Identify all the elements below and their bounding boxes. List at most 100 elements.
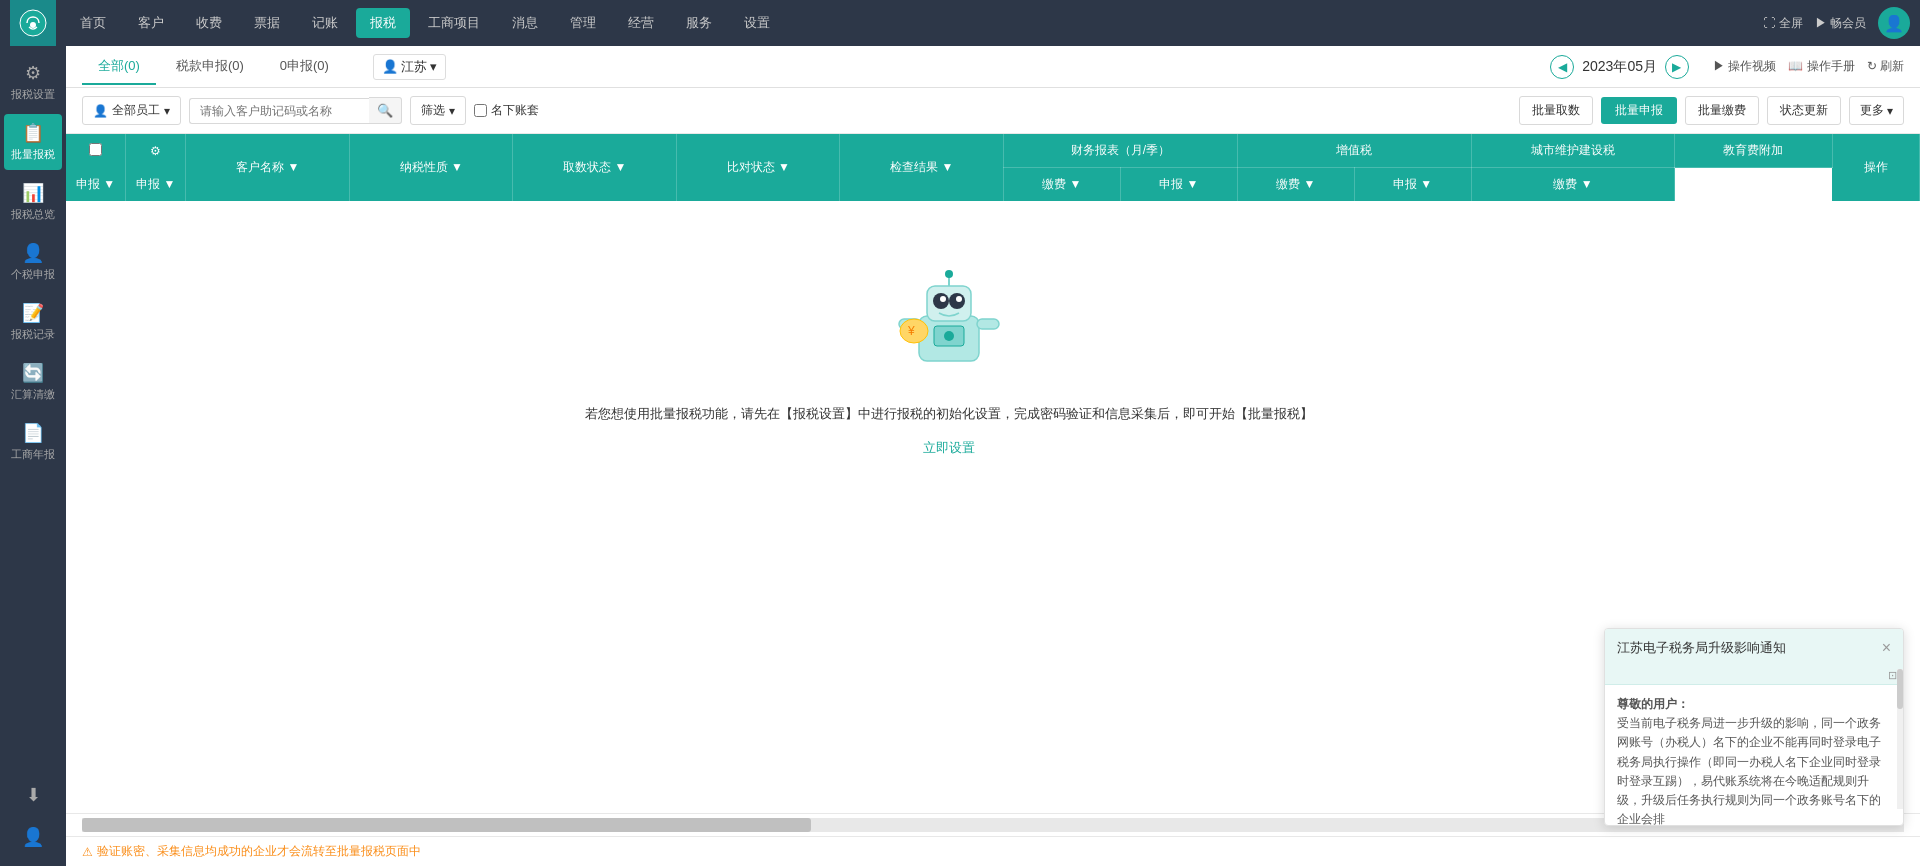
nav-billing[interactable]: 收费 <box>182 8 236 38</box>
sidebar-item-personal-tax[interactable]: 👤 个税申报 <box>4 234 62 290</box>
region-select[interactable]: 👤 江苏 ▾ <box>373 54 446 80</box>
robot-illustration: ¥ <box>889 261 1009 381</box>
current-date: 2023年05月 <box>1582 58 1657 76</box>
operation-manual-btn[interactable]: 📖 操作手册 <box>1788 58 1854 75</box>
more-chevron-icon: ▾ <box>1887 104 1893 118</box>
tab-zero-declare[interactable]: 0申报(0) <box>264 49 345 85</box>
tabs-bar-right: ▶ 操作视频 📖 操作手册 ↻ 刷新 <box>1713 58 1904 75</box>
sub-header-urban-pay: 缴费 ▼ <box>1237 168 1354 202</box>
sidebar-item-annual-report[interactable]: 📄 工商年报 <box>4 414 62 470</box>
notification-popup: 江苏电子税务局升级影响通知 × ⊡ 尊敬的用户： 受当前电子税务局进一步升级的影… <box>1604 628 1904 826</box>
account-checkbox[interactable]: 名下账套 <box>474 102 539 119</box>
header-compare-status: 比对状态 ▼ <box>676 134 839 201</box>
status-update-btn[interactable]: 状态更新 <box>1767 96 1841 125</box>
header-fetch-status: 取数状态 ▼ <box>513 134 676 201</box>
notification-scrollbar[interactable] <box>1897 669 1903 809</box>
sidebar-item-annual-settlement[interactable]: 🔄 汇算清缴 <box>4 354 62 410</box>
nav-items: 首页 客户 收费 票据 记账 报税 工商项目 消息 管理 经营 服务 设置 <box>66 8 1763 38</box>
profile-icon: 👤 <box>22 826 44 848</box>
tab-all[interactable]: 全部(0) <box>82 49 156 85</box>
notification-close-btn[interactable]: × <box>1882 639 1891 657</box>
nav-home[interactable]: 首页 <box>66 8 120 38</box>
notification-body: 尊敬的用户： 受当前电子税务局进一步升级的影响，同一个政务网账号（办税人）名下的… <box>1605 685 1903 825</box>
fullscreen-btn[interactable]: ⛶ 全屏 <box>1763 15 1802 32</box>
svg-point-1 <box>30 22 36 28</box>
nav-settings[interactable]: 设置 <box>730 8 784 38</box>
toolbar-right: 批量取数 批量申报 批量缴费 状态更新 更多 ▾ <box>1519 96 1904 125</box>
toolbar: 👤 全部员工 ▾ 🔍 筛选 ▾ 名下账套 批量取数 批量申报 批量缴费 状态更新 <box>66 88 1920 134</box>
nav-invoice[interactable]: 票据 <box>240 8 294 38</box>
region-chevron-icon: ▾ <box>430 59 437 74</box>
sub-header-vat-declare: 申报 ▼ <box>126 168 186 202</box>
sidebar-item-batch-tax[interactable]: 📋 批量报税 <box>4 114 62 170</box>
sub-header-vat-pay: 缴费 ▼ <box>1003 168 1120 202</box>
empty-message: 若您想使用批量报税功能，请先在【报税设置】中进行报税的初始化设置，完成密码验证和… <box>585 405 1313 423</box>
operation-video-btn[interactable]: ▶ 操作视频 <box>1713 58 1776 75</box>
empty-state: ¥ 若您想使用批量报税功能，请先在【报税设置】中进行报税的初始化设置，完成密码验… <box>66 201 1832 517</box>
tax-records-icon: 📝 <box>22 302 44 324</box>
notification-resize-handle[interactable]: ⊡ <box>1888 669 1897 682</box>
nav-management[interactable]: 管理 <box>556 8 610 38</box>
nav-customer[interactable]: 客户 <box>124 8 178 38</box>
batch-declare-btn[interactable]: 批量申报 <box>1601 97 1677 124</box>
svg-point-15 <box>944 331 954 341</box>
sub-header-urban-declare: 申报 ▼ <box>1120 168 1237 202</box>
search-input[interactable] <box>189 98 369 124</box>
batch-tax-icon: 📋 <box>22 122 44 144</box>
sidebar-profile[interactable]: 👤 <box>4 818 62 856</box>
next-month-btn[interactable]: ▶ <box>1665 55 1689 79</box>
download-icon: ⬇ <box>26 784 41 806</box>
region-icon: 👤 <box>382 59 398 74</box>
nav-service[interactable]: 服务 <box>672 8 726 38</box>
select-all-checkbox[interactable] <box>89 143 102 156</box>
header-tax-type: 纳税性质 ▼ <box>349 134 512 201</box>
account-checkbox-input[interactable] <box>474 104 487 117</box>
sidebar-download[interactable]: ⬇ <box>4 776 62 814</box>
nav-messages[interactable]: 消息 <box>498 8 552 38</box>
table-body: ¥ 若您想使用批量报税功能，请先在【报税设置】中进行报税的初始化设置，完成密码验… <box>66 201 1920 517</box>
notification-greeting: 尊敬的用户： <box>1617 697 1689 711</box>
header-operations: 操作 <box>1832 134 1919 201</box>
refresh-btn[interactable]: ↻ 刷新 <box>1867 58 1904 75</box>
nav-operations[interactable]: 经营 <box>614 8 668 38</box>
header-financial-report: 财务报表（月/季） <box>1003 134 1237 168</box>
table-header-row-1: ⚙ 客户名称 ▼ 纳税性质 ▼ 取数状态 ▼ 比对状态 ▼ <box>66 134 1920 168</box>
annual-report-icon: 📄 <box>22 422 44 444</box>
member-btn[interactable]: ▶ 畅会员 <box>1815 15 1866 32</box>
app-logo[interactable] <box>10 0 56 46</box>
date-navigation: ◀ 2023年05月 ▶ <box>1550 55 1689 79</box>
filter-icon: ▼ <box>287 160 299 174</box>
filter-icon-3: ▼ <box>614 160 626 174</box>
sub-header-edu-declare: 申报 ▼ <box>1354 168 1471 202</box>
header-urban-construction: 城市维护建设税 <box>1471 134 1675 168</box>
batch-pay-btn[interactable]: 批量缴费 <box>1685 96 1759 125</box>
tabs-bar: 全部(0) 税款申报(0) 0申报(0) 👤 江苏 ▾ ◀ 2023年05月 ▶… <box>66 46 1920 88</box>
batch-fetch-btn[interactable]: 批量取数 <box>1519 96 1593 125</box>
search-button[interactable]: 🔍 <box>369 97 402 124</box>
sidebar-item-tax-overview[interactable]: 📊 报税总览 <box>4 174 62 230</box>
svg-rect-11 <box>977 319 999 329</box>
tax-overview-icon: 📊 <box>22 182 44 204</box>
employee-select[interactable]: 👤 全部员工 ▾ <box>82 96 181 125</box>
filter-btn[interactable]: 筛选 ▾ <box>410 96 466 125</box>
nav-accounting[interactable]: 记账 <box>298 8 352 38</box>
header-gear-cell: ⚙ <box>126 134 186 168</box>
sidebar-bottom: ⬇ 👤 <box>4 776 62 866</box>
sidebar-item-tax-settings[interactable]: ⚙ 报税设置 <box>4 54 62 110</box>
more-btn[interactable]: 更多 ▾ <box>1849 96 1904 125</box>
personal-tax-icon: 👤 <box>22 242 44 264</box>
setup-link[interactable]: 立即设置 <box>923 439 975 457</box>
user-avatar[interactable]: 👤 <box>1878 7 1910 39</box>
filter-icon-2: ▼ <box>451 160 463 174</box>
sub-header-financial-declare: 申报 ▼ <box>66 168 126 202</box>
tab-tax-declare[interactable]: 税款申报(0) <box>160 49 260 85</box>
prev-month-btn[interactable]: ◀ <box>1550 55 1574 79</box>
svg-point-6 <box>940 296 946 302</box>
header-customer-name: 客户名称 ▼ <box>186 134 349 201</box>
nav-business[interactable]: 工商项目 <box>414 8 494 38</box>
employee-icon: 👤 <box>93 104 108 118</box>
sidebar-item-tax-records[interactable]: 📝 报税记录 <box>4 294 62 350</box>
nav-tax[interactable]: 报税 <box>356 8 410 38</box>
warning-bar: ⚠ 验证账密、采集信息均成功的企业才会流转至批量报税页面中 <box>66 836 1920 866</box>
svg-point-9 <box>945 270 953 278</box>
